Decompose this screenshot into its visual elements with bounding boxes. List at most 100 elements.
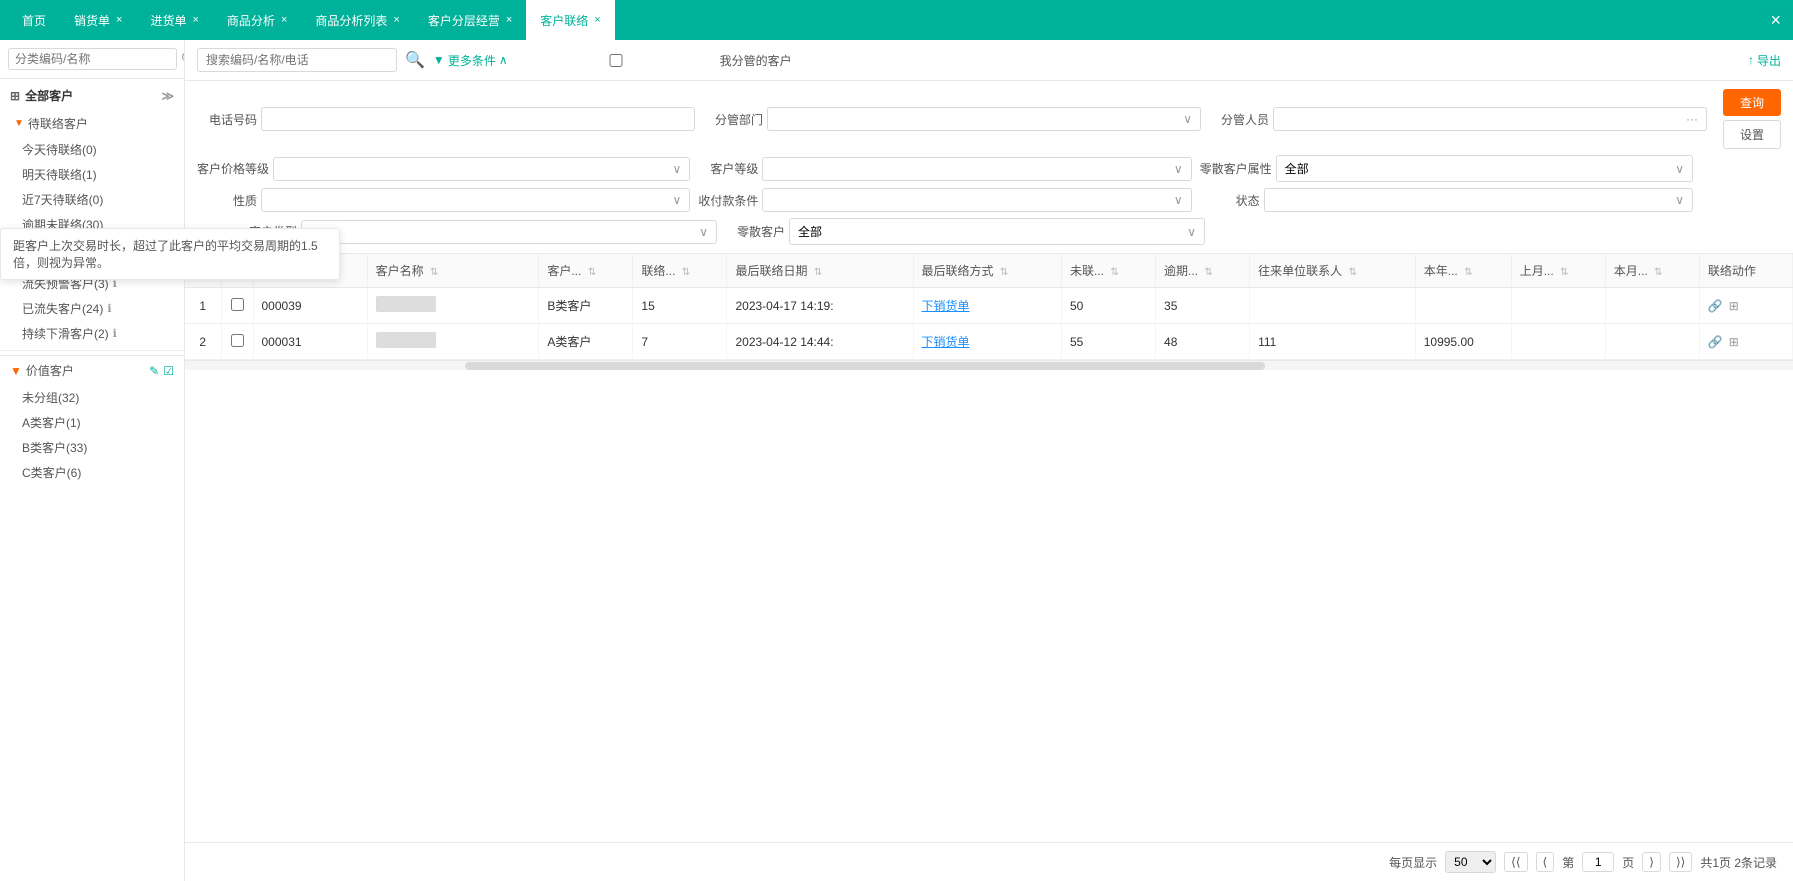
row-last-contact-method[interactable]: 下销货单 [913,288,1061,324]
sidebar-item-class-c[interactable]: C类客户(6) [0,460,184,485]
gender-select[interactable]: ∨ [261,188,690,212]
customer-type-select[interactable]: ∨ [301,220,717,244]
action-link-icon[interactable]: 🔗 [1708,299,1723,313]
dept-select[interactable]: ∨ [767,107,1201,131]
sort-name-icon[interactable]: ⇅ [430,267,438,278]
sidebar-item-unclassified[interactable]: 未分组(32) [0,385,184,410]
nav-customer-layer[interactable]: 客户分层经营 × [414,0,526,40]
sidebar-item-class-a[interactable]: A类客户(1) [0,410,184,435]
close-customer-contact-tab[interactable]: × [594,14,600,26]
sidebar-value-customer-group[interactable]: ▼ 价值客户 ✎ ☑ [0,355,184,385]
price-level-select[interactable]: ∨ [273,157,690,181]
row-last-contact-date: 2023-04-12 14:44: [727,324,913,360]
th-last-month-label: 上月... [1520,264,1554,278]
nav-product-analysis-list[interactable]: 商品分析列表 × [301,0,413,40]
export-button[interactable]: ↑ 导出 [1748,52,1781,69]
row-code: 000039 [253,288,367,324]
customer-level-down-icon: ∨ [1174,162,1183,176]
table-scroll-bar[interactable] [185,360,1793,370]
search-input[interactable] [197,48,397,72]
phone-input[interactable] [261,107,695,131]
sort-last-month-icon[interactable]: ⇅ [1560,267,1568,278]
table-scroll-thumb[interactable] [465,362,1265,370]
prev-page-button[interactable]: ⟨ [1536,852,1555,872]
sort-contact-person-icon[interactable]: ⇅ [1348,267,1356,278]
close-product-analysis-list-tab[interactable]: × [393,14,399,26]
nav-sales[interactable]: 销货单 × [60,0,136,40]
row-checkbox[interactable] [221,288,253,324]
next-page-button[interactable]: ⟩ [1642,852,1661,872]
gender-field: 性质 ∨ [197,188,690,212]
setting-button[interactable]: 设置 [1723,120,1781,149]
my-customer-checkbox[interactable]: 我分管的客户 [516,52,792,69]
sort-contact-icon[interactable]: ⇅ [682,267,690,278]
payment-select[interactable]: ∨ [762,188,1191,212]
action-link-icon[interactable]: 🔗 [1708,335,1723,349]
edit-icon-value[interactable]: ✎ [149,364,159,378]
sidebar-search-input[interactable] [8,48,177,70]
row-last-contact-method[interactable]: 下销货单 [913,324,1061,360]
customer-level-select[interactable]: ∨ [762,157,1191,181]
th-last-contact-method: 最后联络方式 ⇅ [913,254,1061,288]
sort-last-date-icon[interactable]: ⇅ [814,267,822,278]
close-customer-layer-tab[interactable]: × [506,14,512,26]
sidebar-group-pending-contact[interactable]: ▼ 待联络客户 [0,110,184,137]
row-customer-type: B类客户 [539,288,633,324]
retail-attr-select[interactable]: 全部∨ [1276,155,1693,182]
sidebar-item-tomorrow-contact[interactable]: 明天待联络(1) [0,162,184,187]
sidebar-item-7days-contact[interactable]: 近7天待联络(0) [0,187,184,212]
sidebar-all-customers[interactable]: ⊞ 全部客户 ≫ [0,79,184,110]
sort-this-month-icon[interactable]: ⇅ [1654,267,1662,278]
search-button[interactable]: 🔍 [405,50,425,70]
price-level-label: 客户价格等级 [197,160,269,177]
info-icon-churned[interactable]: ℹ [107,302,111,315]
query-button[interactable]: 查询 [1723,89,1781,116]
sidebar-item-churned[interactable]: 已流失客户(24) ℹ [0,296,184,321]
nav-purchase[interactable]: 进货单 × [136,0,212,40]
extended-filter: 电话号码 分管部门 ∨ 分管人员 ··· 查询 设置 [185,81,1793,254]
sidebar-item-today-contact[interactable]: 今天待联络(0) [0,137,184,162]
sort-overdue-icon[interactable]: ⇅ [1204,267,1212,278]
my-customer-cb[interactable] [516,54,716,67]
table-row: 1 000039 B类客户 15 2023-04-17 14:19: 下销货单 … [185,288,1793,324]
close-purchase-tab[interactable]: × [192,14,198,26]
sidebar-item-declining[interactable]: 持续下滑客户(2) ℹ [0,321,184,346]
more-filter-button[interactable]: ▼ 更多条件 ∧ [433,52,508,69]
sort-customer-type-icon[interactable]: ⇅ [588,267,596,278]
status-field: 状态 ∨ [1200,188,1693,212]
sort-this-year-icon[interactable]: ⇅ [1464,267,1472,278]
row-this-month [1605,288,1699,324]
grid-icon: ⊞ [10,89,20,103]
payment-label: 收付款条件 [698,192,758,209]
row-checkbox[interactable] [221,324,253,360]
action-grid-icon[interactable]: ⊞ [1729,335,1739,349]
last-page-button[interactable]: ⟩⟩ [1669,852,1692,872]
per-page-select[interactable]: 50 20 100 [1445,851,1496,873]
row-this-month [1605,324,1699,360]
nav-product-analysis[interactable]: 商品分析 × [213,0,301,40]
close-all-tabs[interactable]: × [1770,10,1781,31]
sidebar-collapse-btn[interactable]: ≫ [161,89,174,103]
info-icon-declining[interactable]: ℹ [113,327,117,340]
nav-customer-contact[interactable]: 客户联络 × [526,0,614,40]
sidebar-item-class-b[interactable]: B类客户(33) [0,435,184,460]
first-page-button[interactable]: ⟨⟨ [1504,852,1527,872]
contact-method-link[interactable]: 下销货单 [922,335,970,349]
close-sales-tab[interactable]: × [116,14,122,26]
row-contact: 15 [633,288,727,324]
customer-level-field: 客户等级 ∨ [698,157,1191,181]
sort-unreached-icon[interactable]: ⇅ [1110,267,1118,278]
row-code: 000031 [253,324,367,360]
status-select[interactable]: ∨ [1264,188,1693,212]
page-input[interactable] [1582,852,1614,872]
manager-select[interactable]: ··· [1273,107,1707,131]
close-product-analysis-tab[interactable]: × [281,14,287,26]
sort-method-icon[interactable]: ⇅ [1000,267,1008,278]
contact-method-link[interactable]: 下销货单 [922,299,970,313]
th-this-year: 本年... ⇅ [1415,254,1511,288]
nav-home[interactable]: 首页 [8,0,60,40]
retail-customer-select[interactable]: 全部∨ [789,218,1205,245]
action-grid-icon[interactable]: ⊞ [1729,299,1739,313]
add-icon-value[interactable]: ☑ [163,364,174,378]
customer-type-down-icon: ∨ [699,225,708,239]
